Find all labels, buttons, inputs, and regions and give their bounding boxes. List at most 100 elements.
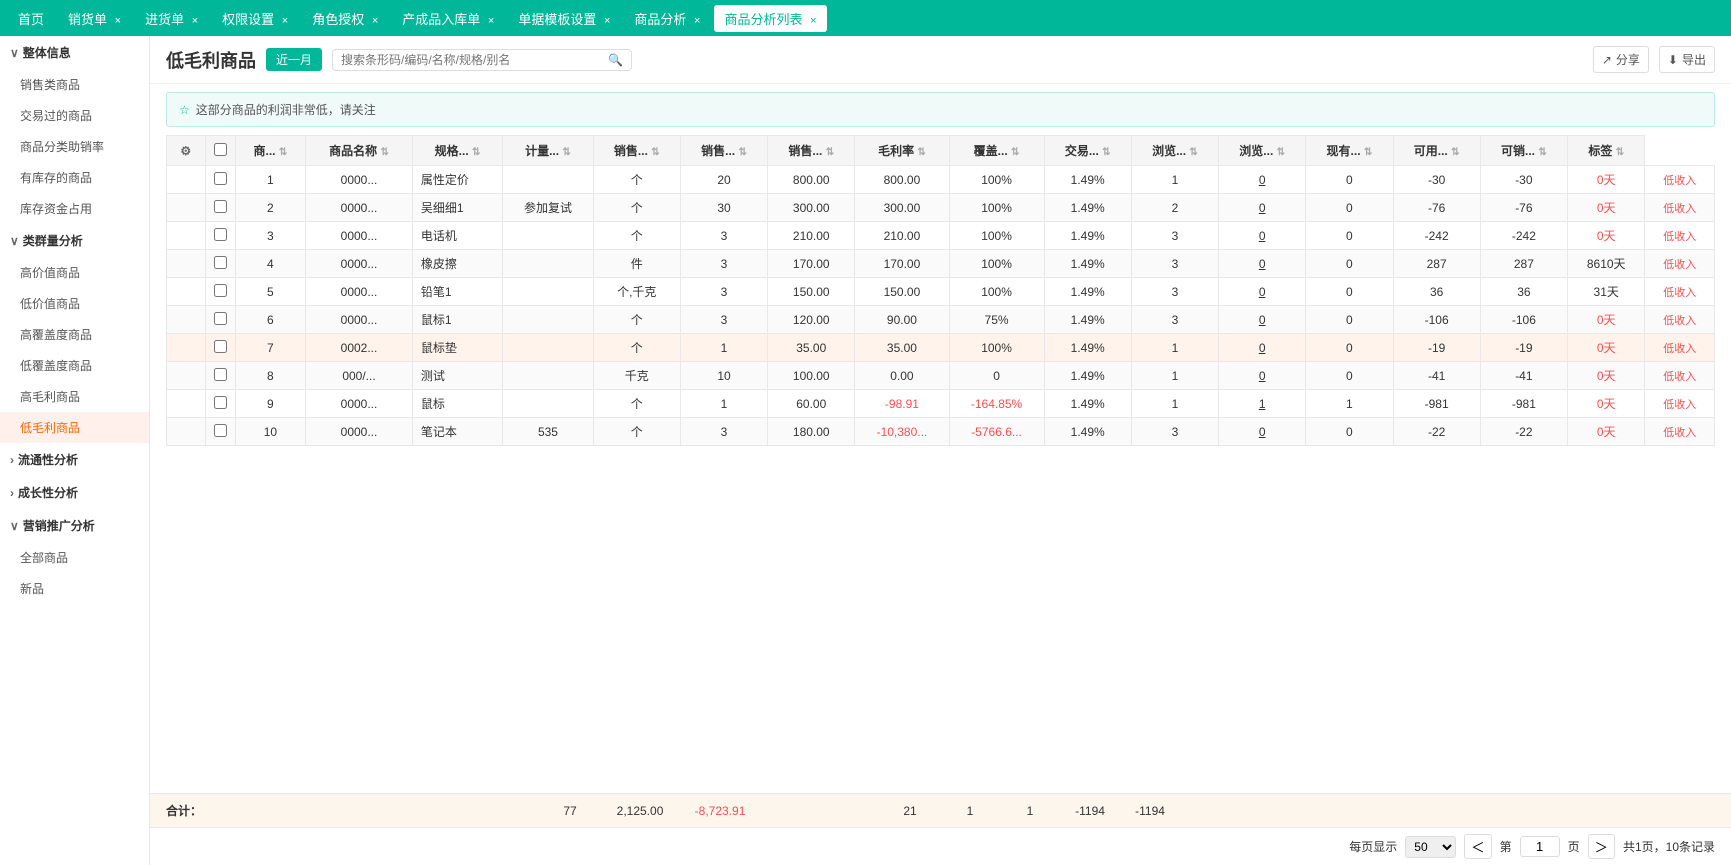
sidebar-item-category-rate[interactable]: 商品分类助销率 <box>0 131 149 162</box>
row-browse1[interactable]: 0 <box>1219 418 1306 446</box>
nav-item-purchase[interactable]: 进货单 × <box>135 5 208 32</box>
nav-item-permissions[interactable]: 权限设置 × <box>212 5 298 32</box>
row-checkbox[interactable] <box>205 362 235 390</box>
row-unit: 个,千克 <box>593 278 680 306</box>
sidebar-item-all-products[interactable]: 全部商品 <box>0 542 149 573</box>
sidebar-item-sales-products[interactable]: 销售类商品 <box>0 69 149 100</box>
row-checkbox[interactable] <box>205 194 235 222</box>
nav-item-analysis-list[interactable]: 商品分析列表 × <box>714 5 826 32</box>
nav-close-templates[interactable]: × <box>604 15 610 27</box>
row-select-checkbox[interactable] <box>214 228 227 241</box>
row-select-checkbox[interactable] <box>214 396 227 409</box>
row-browse1[interactable]: 0 <box>1219 194 1306 222</box>
col-sales-qty[interactable]: 销售... ⇅ <box>593 136 680 166</box>
nav-close-analysis[interactable]: × <box>694 15 700 27</box>
row-select-checkbox[interactable] <box>214 172 227 185</box>
col-checkbox[interactable] <box>205 136 235 166</box>
sidebar-item-high-margin[interactable]: 高毛利商品 <box>0 381 149 412</box>
row-browse1[interactable]: 0 <box>1219 166 1306 194</box>
row-checkbox[interactable] <box>205 418 235 446</box>
sidebar-group-marketing-label: 营销推广分析 <box>23 517 95 534</box>
nav-close-purchase[interactable]: × <box>192 15 198 27</box>
nav-item-analysis[interactable]: 商品分析 × <box>624 5 710 32</box>
row-browse1[interactable]: 0 <box>1219 250 1306 278</box>
nav-close-products[interactable]: × <box>488 15 494 27</box>
col-unit[interactable]: 计量... ⇅ <box>503 136 593 166</box>
sidebar-item-high-coverage[interactable]: 高覆盖度商品 <box>0 319 149 350</box>
row-checkbox[interactable] <box>205 278 235 306</box>
sidebar-item-low-value[interactable]: 低价值商品 <box>0 288 149 319</box>
sidebar-group-flow-label: 流通性分析 <box>18 451 78 468</box>
col-spec[interactable]: 规格... ⇅ <box>412 136 502 166</box>
sidebar-item-capital[interactable]: 库存资金占用 <box>0 193 149 224</box>
row-checkbox[interactable] <box>205 250 235 278</box>
row-select-checkbox[interactable] <box>214 424 227 437</box>
col-saleable[interactable]: 可销... ⇅ <box>1480 136 1567 166</box>
col-tag[interactable]: 标签 ⇅ <box>1567 136 1644 166</box>
row-browse1[interactable]: 0 <box>1219 334 1306 362</box>
nav-close-permissions[interactable]: × <box>282 15 288 27</box>
row-browse1[interactable]: 1 <box>1219 390 1306 418</box>
nav-item-products[interactable]: 产成品入库单 × <box>392 5 504 32</box>
next-page-button[interactable]: ＞ <box>1588 834 1615 859</box>
nav-item-sales[interactable]: 销货单 × <box>58 5 131 32</box>
row-settings <box>167 418 206 446</box>
col-browse2[interactable]: 浏览... ⇅ <box>1219 136 1306 166</box>
row-select-checkbox[interactable] <box>214 200 227 213</box>
nav-item-roles[interactable]: 角色授权 × <box>302 5 388 32</box>
sidebar-group-flow[interactable]: › 流通性分析 <box>0 443 149 476</box>
sidebar-item-in-stock[interactable]: 有库存的商品 <box>0 162 149 193</box>
col-available[interactable]: 可用... ⇅ <box>1393 136 1480 166</box>
nav-close-analysis-list[interactable]: × <box>810 15 816 27</box>
row-checkbox[interactable] <box>205 390 235 418</box>
page-input[interactable] <box>1520 836 1560 857</box>
row-select-checkbox[interactable] <box>214 284 227 297</box>
row-select-checkbox[interactable] <box>214 340 227 353</box>
sidebar-group-growth[interactable]: › 成长性分析 <box>0 476 149 509</box>
col-current-stock[interactable]: 现有... ⇅ <box>1306 136 1393 166</box>
row-available: -76 <box>1480 194 1567 222</box>
sidebar-item-low-margin[interactable]: 低毛利商品 <box>0 412 149 443</box>
export-button[interactable]: ⬇ 导出 <box>1659 46 1715 73</box>
period-button[interactable]: 近一月 <box>266 48 322 71</box>
nav-item-home[interactable]: 首页 <box>8 5 54 32</box>
prev-page-button[interactable]: ＜ <box>1464 834 1491 859</box>
sidebar-item-traded[interactable]: 交易过的商品 <box>0 100 149 131</box>
row-browse1[interactable]: 0 <box>1219 362 1306 390</box>
col-name[interactable]: 商品名称 ⇅ <box>306 136 413 166</box>
col-code[interactable]: 商... ⇅ <box>235 136 306 166</box>
sidebar-group-overall[interactable]: ∨ 整体信息 <box>0 36 149 69</box>
sidebar-item-high-value[interactable]: 高价值商品 <box>0 257 149 288</box>
sidebar-item-new-products[interactable]: 新品 <box>0 573 149 604</box>
col-coverage[interactable]: 覆盖... ⇅ <box>949 136 1044 166</box>
sidebar-group-marketing[interactable]: ∨ 营销推广分析 <box>0 509 149 542</box>
col-gross-rate[interactable]: 毛利率 ⇅ <box>855 136 949 166</box>
nav-item-templates[interactable]: 单据模板设置 × <box>508 5 620 32</box>
row-checkbox[interactable] <box>205 222 235 250</box>
row-select-checkbox[interactable] <box>214 256 227 269</box>
sidebar-item-low-coverage[interactable]: 低覆盖度商品 <box>0 350 149 381</box>
col-sales-profit[interactable]: 销售... ⇅ <box>768 136 855 166</box>
row-browse1[interactable]: 0 <box>1219 306 1306 334</box>
col-trade[interactable]: 交易... ⇅ <box>1044 136 1131 166</box>
col-browse1[interactable]: 浏览... ⇅ <box>1131 136 1218 166</box>
nav-close-sales[interactable]: × <box>115 15 121 27</box>
sidebar-group-cluster[interactable]: ∨ 类群量分析 <box>0 224 149 257</box>
row-browse1[interactable]: 0 <box>1219 278 1306 306</box>
col-sales-amt[interactable]: 销售... ⇅ <box>680 136 767 166</box>
search-input[interactable] <box>341 53 608 67</box>
col-settings[interactable]: ⚙ <box>167 136 206 166</box>
per-page-select[interactable]: 50 100 200 <box>1405 836 1456 858</box>
row-available: -242 <box>1480 222 1567 250</box>
row-browse1[interactable]: 0 <box>1219 222 1306 250</box>
row-gross-rate: 100% <box>949 166 1044 194</box>
row-select-checkbox[interactable] <box>214 312 227 325</box>
nav-close-roles[interactable]: × <box>372 15 378 27</box>
select-all-checkbox[interactable] <box>214 143 227 156</box>
row-checkbox[interactable] <box>205 334 235 362</box>
row-checkbox[interactable] <box>205 166 235 194</box>
share-button[interactable]: ↗ 分享 <box>1593 46 1649 73</box>
row-select-checkbox[interactable] <box>214 368 227 381</box>
table-row: 5 0000... 铅笔1 个,千克 3 150.00 150.00 100% … <box>167 278 1715 306</box>
row-checkbox[interactable] <box>205 306 235 334</box>
